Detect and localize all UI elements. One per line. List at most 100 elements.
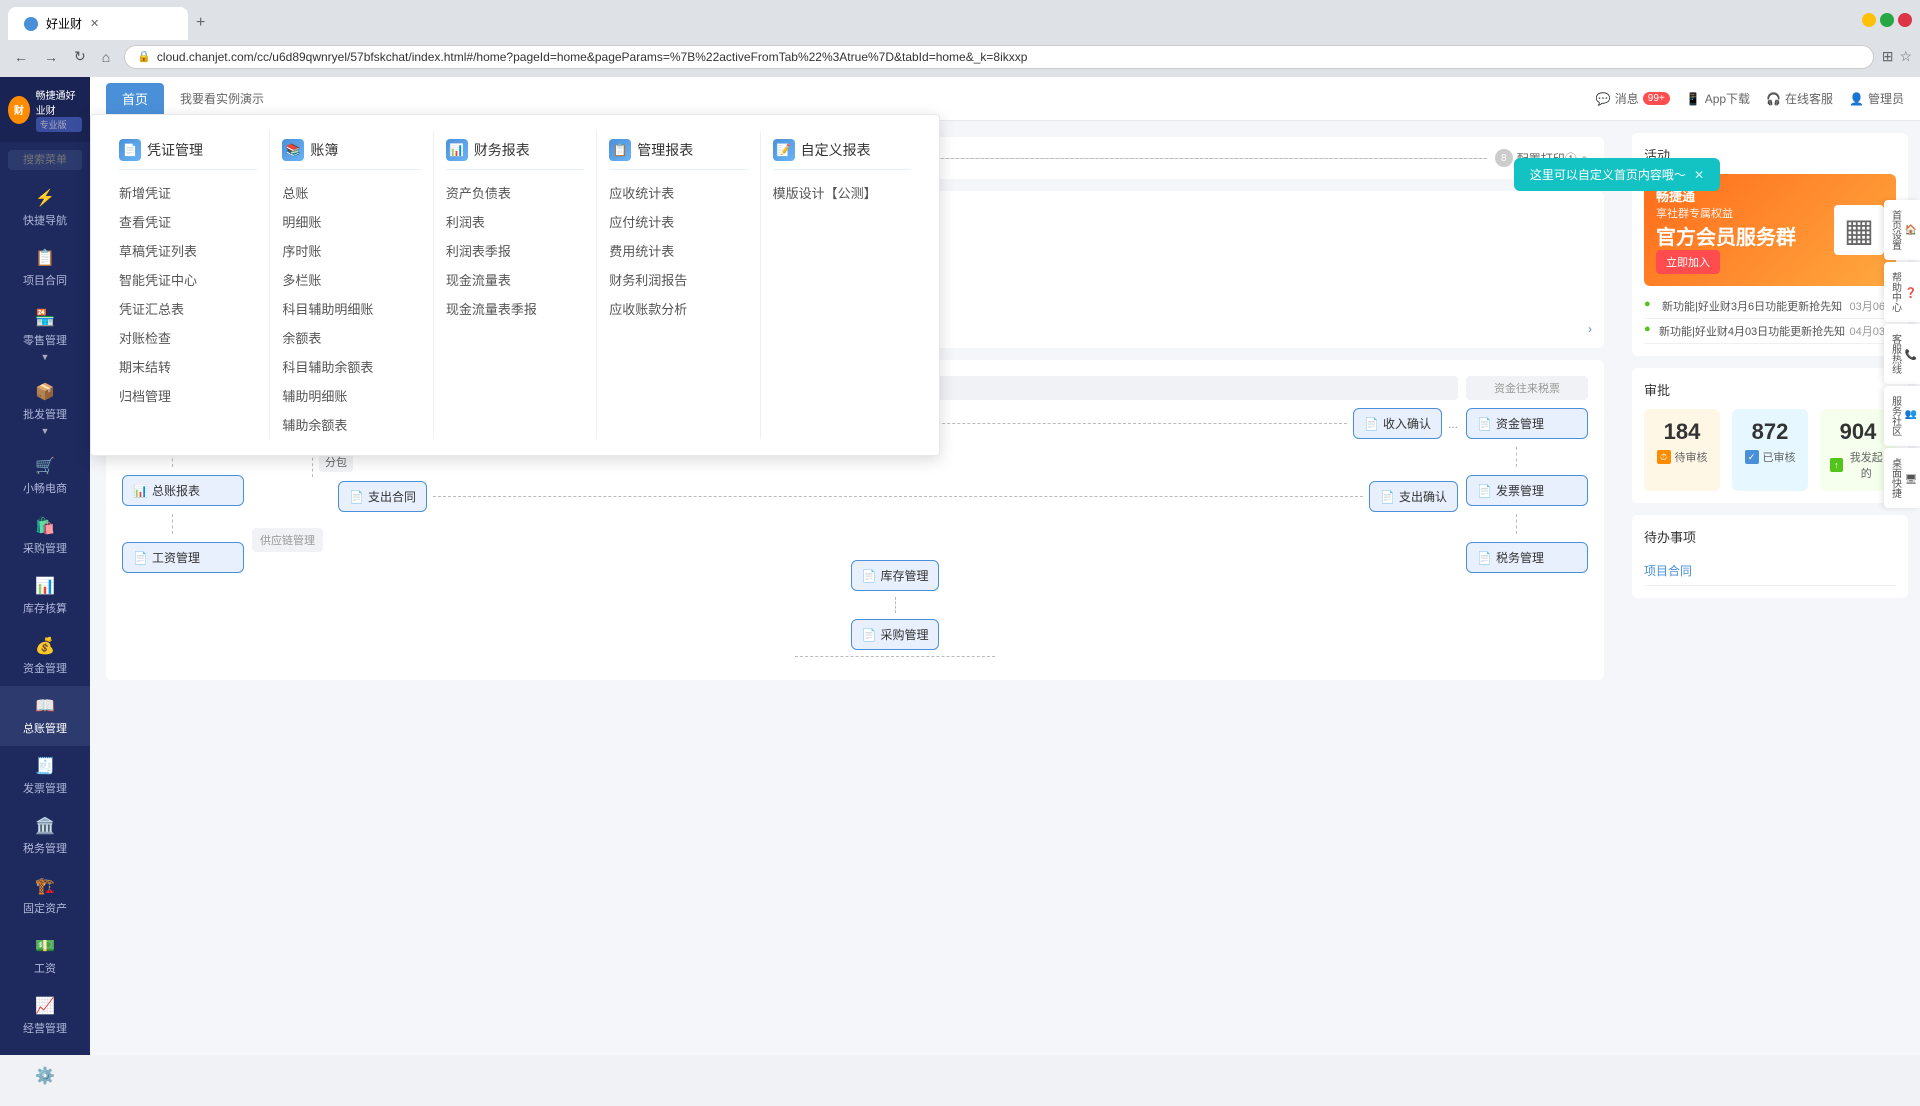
sidebar-item-ledger[interactable]: 📖 总账管理 [0, 686, 90, 746]
sidebar-item-capital[interactable]: 💰 资金管理 [0, 626, 90, 686]
sidebar-item-retail[interactable]: 🏪 零售管理 ▼ [0, 298, 90, 372]
news-item-1[interactable]: ● 新功能|好业财3月6日功能更新抢先知 03月06日 [1644, 294, 1896, 319]
menu-item-profit-quarterly[interactable]: 利润表季报 [446, 236, 584, 265]
menu-item-draft-voucher[interactable]: 草稿凭证列表 [119, 236, 257, 265]
sidebar-item-settings[interactable]: ⚙️ [0, 1056, 90, 1096]
menu-item-cashflow-quarterly[interactable]: 现金流量表季报 [446, 294, 584, 323]
menu-item-receivable[interactable]: 应收统计表 [609, 178, 747, 207]
forward-button[interactable]: → [38, 44, 64, 69]
stat-approved[interactable]: 872 ✓ 已审核 [1732, 409, 1808, 491]
expense-contract-box[interactable]: 📄 支出合同 [338, 481, 427, 512]
user-menu-btn[interactable]: 👤 管理员 [1849, 90, 1904, 107]
menu-item-receivable-analysis[interactable]: 应收账款分析 [609, 294, 747, 323]
todo-item-name[interactable]: 项目合同 [1644, 562, 1692, 579]
sidebar-search-input[interactable] [8, 150, 82, 170]
payroll-box[interactable]: 📄 工资管理 [122, 542, 244, 573]
menu-item-subject-assist-balance[interactable]: 科目辅助余额表 [282, 352, 420, 381]
sidebar-item-assets[interactable]: 🏗️ 固定资产 [0, 866, 90, 926]
menu-section-mgmt-report: 📋 管理报表 应收统计表 应付统计表 费用统计表 财务利润报告 应收账款分析 [597, 131, 760, 439]
sidebar-item-wholesale[interactable]: 📦 批发管理 ▼ [0, 372, 90, 446]
tax-mgmt-box[interactable]: 📄 税务管理 [1466, 542, 1588, 573]
income-confirm-box[interactable]: 📄 收入确认 [1353, 408, 1442, 439]
inventory-icon: 📊 [35, 576, 55, 596]
h-dashed-2 [897, 423, 1347, 424]
custom-section-icon: 📝 [773, 139, 795, 161]
ledger-section-title: 账簿 [310, 140, 338, 160]
sidebar-item-purchase[interactable]: 🛍️ 采购管理 [0, 506, 90, 566]
menu-item-sequence-ledger[interactable]: 序时账 [282, 236, 420, 265]
menu-item-profit-loss[interactable]: 利润表 [446, 207, 584, 236]
home-button[interactable]: ⌂ [96, 44, 116, 69]
menu-item-account-check[interactable]: 对账检查 [119, 323, 257, 352]
maximize-button[interactable] [1880, 13, 1894, 27]
online-service-btn[interactable]: 🎧 在线客服 [1766, 90, 1833, 107]
menu-item-assist-detail[interactable]: 辅助明细账 [282, 381, 420, 410]
menu-item-voucher-summary[interactable]: 凭证汇总表 [119, 294, 257, 323]
menu-item-add-voucher[interactable]: 新增凭证 [119, 178, 257, 207]
app-download-btn[interactable]: 📱 App下载 [1686, 90, 1750, 107]
sidebar-item-tax[interactable]: 🏛️ 税务管理 [0, 806, 90, 866]
menu-item-detail-ledger[interactable]: 明细账 [282, 207, 420, 236]
quick-btn-desktop[interactable]: 🖥 桌面快捷 [1884, 448, 1920, 508]
menu-section-voucher: 📄 凭证管理 新增凭证 查看凭证 草稿凭证列表 智能凭证中心 凭证汇总表 对账检… [107, 131, 270, 439]
inventory-box[interactable]: 📄 库存管理 [851, 560, 940, 591]
menu-item-cashflow[interactable]: 现金流量表 [446, 265, 584, 294]
url-bar[interactable]: 🔒 cloud.chanjet.com/cc/u6d89qwnryel/57bf… [124, 45, 1874, 69]
project-icon: 📋 [35, 248, 55, 268]
back-button[interactable]: ← [8, 44, 34, 69]
menu-item-balance-table[interactable]: 余额表 [282, 323, 420, 352]
menu-item-period-end[interactable]: 期末结转 [119, 352, 257, 381]
sidebar-item-project[interactable]: 📋 项目合同 [0, 238, 90, 298]
tooltip-close-btn[interactable]: ✕ [1694, 168, 1704, 182]
new-tab-button[interactable]: + [188, 6, 213, 40]
refresh-button[interactable]: ↻ [68, 44, 92, 69]
quick-btn-community[interactable]: 👥 服务社区 [1884, 386, 1920, 446]
quick-btn-homepage-settings[interactable]: 🏠 首页设置 [1884, 200, 1920, 260]
url-text: cloud.chanjet.com/cc/u6d89qwnryel/57bfsk… [157, 50, 1028, 64]
purchase-icon-flow: 📄 [862, 628, 877, 642]
menu-item-smart-voucher[interactable]: 智能凭证中心 [119, 265, 257, 294]
capital-mgmt-box[interactable]: 📄 资金管理 [1466, 408, 1588, 439]
sidebar-logo[interactable]: 财 畅捷通好业财 专业版 [0, 77, 90, 142]
menu-item-view-voucher[interactable]: 查看凭证 [119, 207, 257, 236]
supply-chain-label: 供应链管理 [252, 528, 323, 552]
top-bar-actions: 💬 消息 99+ 📱 App下载 🎧 在线客服 👤 管理员 [1596, 90, 1904, 107]
help-icon: ❓ [1906, 286, 1917, 298]
menu-item-general-ledger[interactable]: 总账 [282, 178, 420, 207]
stat-pending[interactable]: 184 ⏱ 待审核 [1644, 409, 1720, 491]
sidebar-item-operations[interactable]: 📈 经营管理 [0, 986, 90, 1046]
home-tab[interactable]: 首页 [106, 83, 164, 114]
menu-item-balance-sheet[interactable]: 资产负债表 [446, 178, 584, 207]
menu-item-finance-profit[interactable]: 财务利润报告 [609, 265, 747, 294]
menu-item-multi-column[interactable]: 多栏账 [282, 265, 420, 294]
sidebar-item-inventory[interactable]: 📊 库存核算 [0, 566, 90, 626]
message-btn[interactable]: 💬 消息 99+ [1596, 90, 1670, 107]
bookmark-icon: ☆ [1899, 48, 1912, 65]
total-report-box[interactable]: 📊 总账报表 [122, 475, 244, 506]
invoice-mgmt-box[interactable]: 📄 发票管理 [1466, 475, 1588, 506]
sidebar-item-ecommerce[interactable]: 🛒 小畅电商 [0, 446, 90, 506]
menu-item-subject-assist[interactable]: 科目辅助明细账 [282, 294, 420, 323]
menu-item-expense[interactable]: 费用统计表 [609, 236, 747, 265]
menu-item-assist-balance[interactable]: 辅助余额表 [282, 410, 420, 439]
menu-item-payable[interactable]: 应付统计表 [609, 207, 747, 236]
expense-icon: 📄 [349, 490, 364, 504]
quick-btn-help[interactable]: ❓ 帮助中心 [1884, 262, 1920, 322]
purchase-box[interactable]: 📄 采购管理 [851, 619, 940, 650]
quick-btn-service[interactable]: 📞 客服热线 [1884, 324, 1920, 384]
sidebar-item-payroll[interactable]: 💵 工资 [0, 926, 90, 986]
menu-item-template-design[interactable]: 模版设计【公测】 [773, 178, 911, 207]
menu-item-archive[interactable]: 归档管理 [119, 381, 257, 410]
sidebar-item-quicknav[interactable]: ⚡ 快捷导航 [0, 178, 90, 238]
minimize-button[interactable] [1862, 13, 1876, 27]
news-item-2[interactable]: ● 新功能|好业财4月03日功能更新抢先知 04月03日 [1644, 319, 1896, 344]
close-button[interactable] [1898, 13, 1912, 27]
expense-confirm-box[interactable]: 📄 支出确认 [1369, 481, 1458, 512]
todo-card: 待办事项 项目合同 [1632, 515, 1908, 598]
tab-close-btn[interactable]: ✕ [90, 17, 99, 30]
active-tab[interactable]: 好业财 ✕ [8, 7, 188, 40]
todo-item-1[interactable]: 项目合同 [1644, 556, 1896, 586]
h-dashed-3 [433, 496, 1363, 497]
sidebar-item-invoice[interactable]: 🧾 发票管理 [0, 746, 90, 806]
join-btn[interactable]: 立即加入 [1656, 250, 1720, 274]
